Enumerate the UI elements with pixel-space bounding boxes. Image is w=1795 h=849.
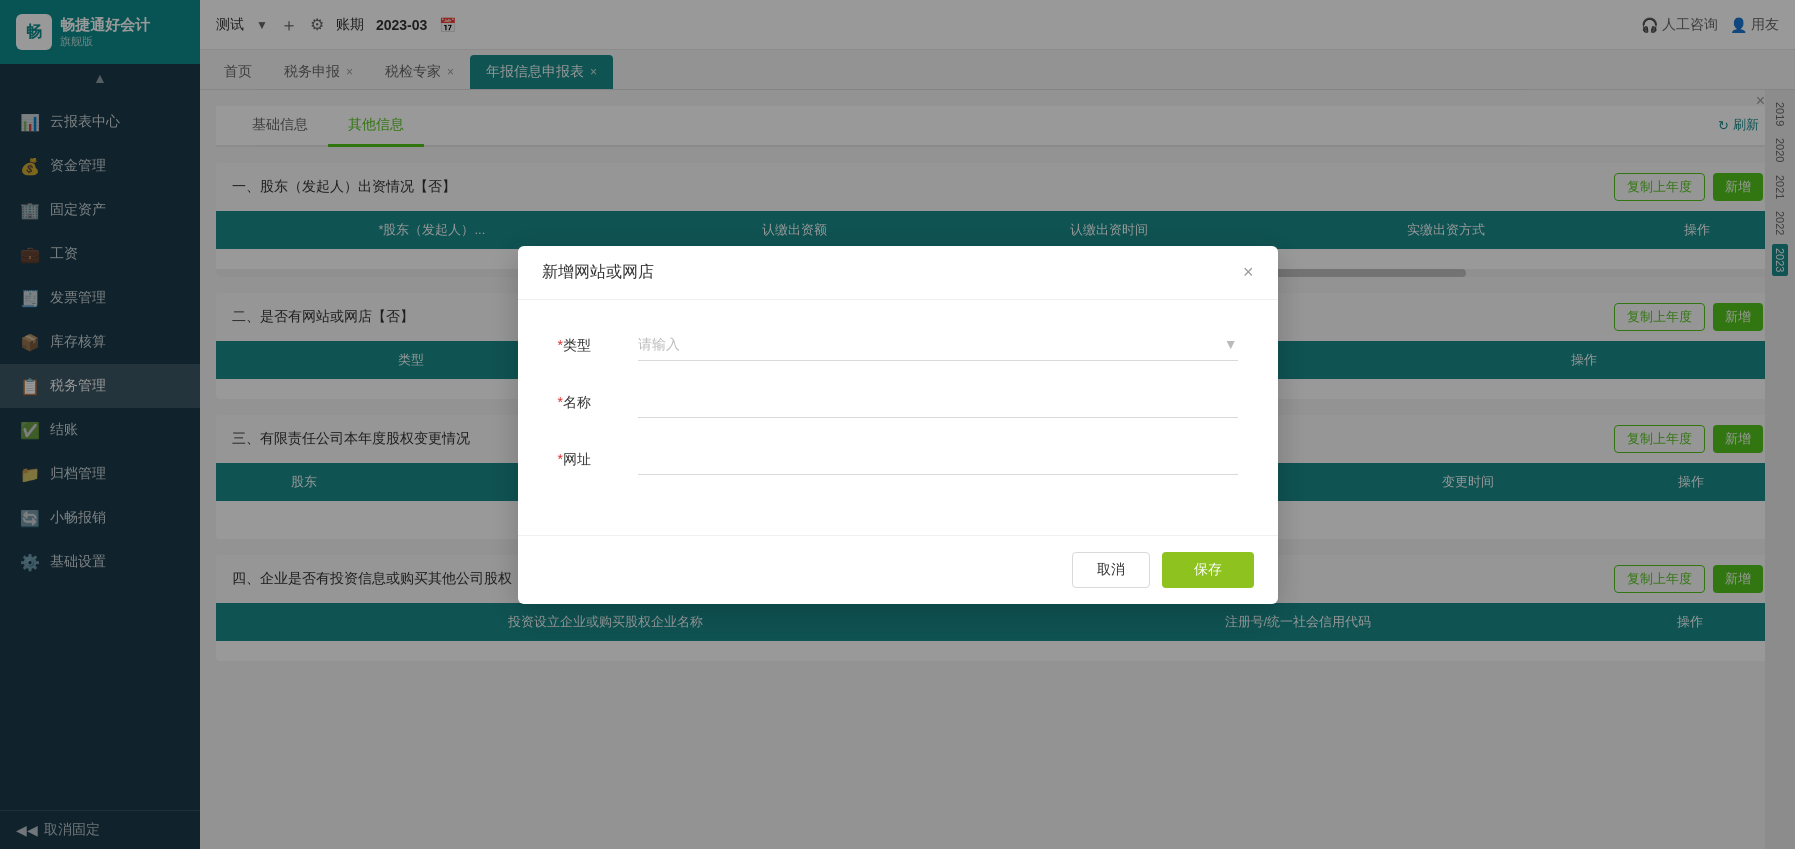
field-name: *名称 [558, 389, 1238, 418]
field-type-wrap: ▼ [638, 332, 1238, 361]
name-input[interactable] [638, 389, 1238, 413]
field-url: *网址 [558, 446, 1238, 475]
field-name-wrap [638, 389, 1238, 418]
url-input[interactable] [638, 446, 1238, 470]
field-type: *类型 ▼ [558, 332, 1238, 361]
modal-footer: 取消 保存 [518, 535, 1278, 604]
cancel-button[interactable]: 取消 [1072, 552, 1150, 588]
type-input[interactable] [638, 332, 1238, 356]
modal-body: *类型 ▼ *名称 *网址 [518, 300, 1278, 535]
field-name-label: *名称 [558, 394, 638, 412]
field-type-label: *类型 [558, 337, 638, 355]
field-url-label: *网址 [558, 451, 638, 469]
modal-add-website: 新增网站或网店 × *类型 ▼ *名称 [518, 246, 1278, 604]
modal-header: 新增网站或网店 × [518, 246, 1278, 300]
field-url-wrap [638, 446, 1238, 475]
modal-overlay[interactable]: 新增网站或网店 × *类型 ▼ *名称 [0, 0, 1795, 849]
dropdown-icon-type[interactable]: ▼ [1224, 336, 1238, 352]
modal-close-button[interactable]: × [1243, 262, 1254, 283]
save-button[interactable]: 保存 [1162, 552, 1254, 588]
modal-title: 新增网站或网店 [542, 262, 654, 283]
